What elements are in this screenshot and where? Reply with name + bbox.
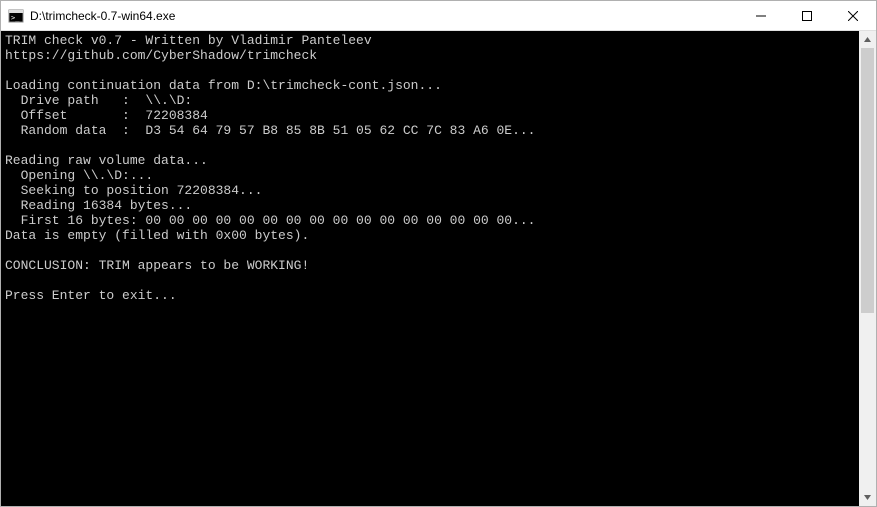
window-title: D:\trimcheck-0.7-win64.exe: [30, 9, 738, 23]
window-controls: [738, 1, 876, 30]
svg-text:>_: >_: [11, 14, 20, 22]
minimize-button[interactable]: [738, 1, 784, 30]
scroll-track[interactable]: [859, 48, 876, 489]
close-button[interactable]: [830, 1, 876, 30]
titlebar[interactable]: >_ D:\trimcheck-0.7-win64.exe: [1, 1, 876, 31]
console-window: >_ D:\trimcheck-0.7-win64.exe: [0, 0, 877, 507]
app-icon: >_: [8, 8, 24, 24]
maximize-button[interactable]: [784, 1, 830, 30]
scroll-thumb[interactable]: [861, 48, 874, 313]
scrollbar[interactable]: [859, 31, 876, 506]
scroll-up-button[interactable]: [859, 31, 876, 48]
scroll-down-button[interactable]: [859, 489, 876, 506]
console-output[interactable]: TRIM check v0.7 - Written by Vladimir Pa…: [1, 31, 859, 506]
console-area: TRIM check v0.7 - Written by Vladimir Pa…: [1, 31, 876, 506]
